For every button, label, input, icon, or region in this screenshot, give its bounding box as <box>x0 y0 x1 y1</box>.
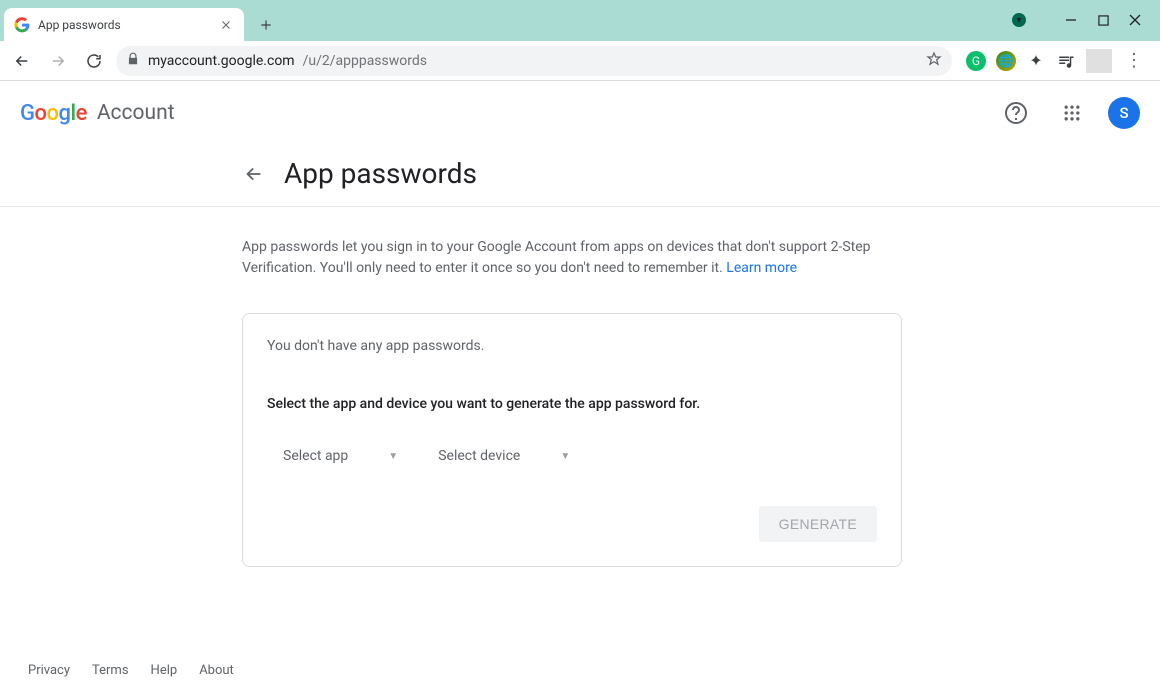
tab-title-text: App passwords <box>38 18 210 32</box>
footer-about-link[interactable]: About <box>199 663 234 678</box>
learn-more-link[interactable]: Learn more <box>726 260 797 276</box>
extension-badge-icon[interactable]: ▾ <box>1012 13 1026 27</box>
extension-music-icon[interactable] <box>1056 51 1076 71</box>
select-device-label: Select device <box>438 448 520 464</box>
select-app-dropdown[interactable]: Select app ▼ <box>283 442 398 470</box>
nav-forward-button <box>44 47 72 75</box>
bookmark-star-icon[interactable] <box>926 51 942 71</box>
google-header: Google Account S <box>0 81 1160 145</box>
footer-privacy-link[interactable]: Privacy <box>28 663 70 678</box>
instruction-text: Select the app and device you want to ge… <box>267 396 877 412</box>
main-content: App passwords let you sign in to your Go… <box>0 207 900 607</box>
product-name: Account <box>97 101 175 125</box>
page-title-row: App passwords <box>0 145 1160 207</box>
url-path: /u/2/apppasswords <box>303 53 427 69</box>
new-tab-button[interactable] <box>252 11 280 39</box>
lock-icon <box>126 52 140 70</box>
page-title: App passwords <box>284 157 477 190</box>
extension-globe-icon[interactable]: 🌐 <box>996 51 1016 71</box>
browser-tab-active[interactable]: App passwords <box>4 8 244 41</box>
help-icon[interactable] <box>996 93 1036 133</box>
extension-grammarly-icon[interactable]: G <box>966 51 986 71</box>
window-close-icon[interactable] <box>1128 13 1142 27</box>
browser-toolbar: myaccount.google.com/u/2/apppasswords G … <box>0 41 1160 81</box>
chevron-down-icon: ▼ <box>560 451 570 462</box>
generate-button: GENERATE <box>759 506 877 542</box>
window-maximize-icon[interactable] <box>1096 13 1110 27</box>
google-logo[interactable]: Google <box>20 101 87 126</box>
extension-icons: G 🌐 ✦ ⋮ <box>960 49 1152 73</box>
window-controls: ▾ <box>998 0 1156 40</box>
browser-tab-strip: App passwords ▾ <box>0 0 1160 41</box>
url-host: myaccount.google.com <box>148 53 295 69</box>
select-app-label: Select app <box>283 448 348 464</box>
footer-terms-link[interactable]: Terms <box>92 663 129 678</box>
reload-button[interactable] <box>80 47 108 75</box>
footer-help-link[interactable]: Help <box>151 663 178 678</box>
page-description: App passwords let you sign in to your Go… <box>242 237 900 279</box>
profile-chip[interactable] <box>1086 49 1112 73</box>
nav-back-button[interactable] <box>8 47 36 75</box>
google-favicon <box>14 17 30 33</box>
page-viewport: Google Account S App passwords App passw… <box>0 81 1160 696</box>
browser-menu-icon[interactable]: ⋮ <box>1122 50 1146 71</box>
chevron-down-icon: ▼ <box>388 451 398 462</box>
extensions-puzzle-icon[interactable]: ✦ <box>1026 51 1046 71</box>
footer-links: Privacy Terms Help About <box>28 663 234 678</box>
address-bar[interactable]: myaccount.google.com/u/2/apppasswords <box>116 46 952 76</box>
back-arrow-icon[interactable] <box>242 162 266 186</box>
account-avatar[interactable]: S <box>1108 97 1140 129</box>
window-minimize-icon[interactable] <box>1064 13 1078 27</box>
apps-grid-icon[interactable] <box>1052 93 1092 133</box>
tab-close-icon[interactable] <box>218 17 234 33</box>
app-passwords-card: You don't have any app passwords. Select… <box>242 313 902 567</box>
selects-row: Select app ▼ Select device ▼ <box>267 442 877 470</box>
no-passwords-text: You don't have any app passwords. <box>267 338 877 354</box>
select-device-dropdown[interactable]: Select device ▼ <box>438 442 570 470</box>
